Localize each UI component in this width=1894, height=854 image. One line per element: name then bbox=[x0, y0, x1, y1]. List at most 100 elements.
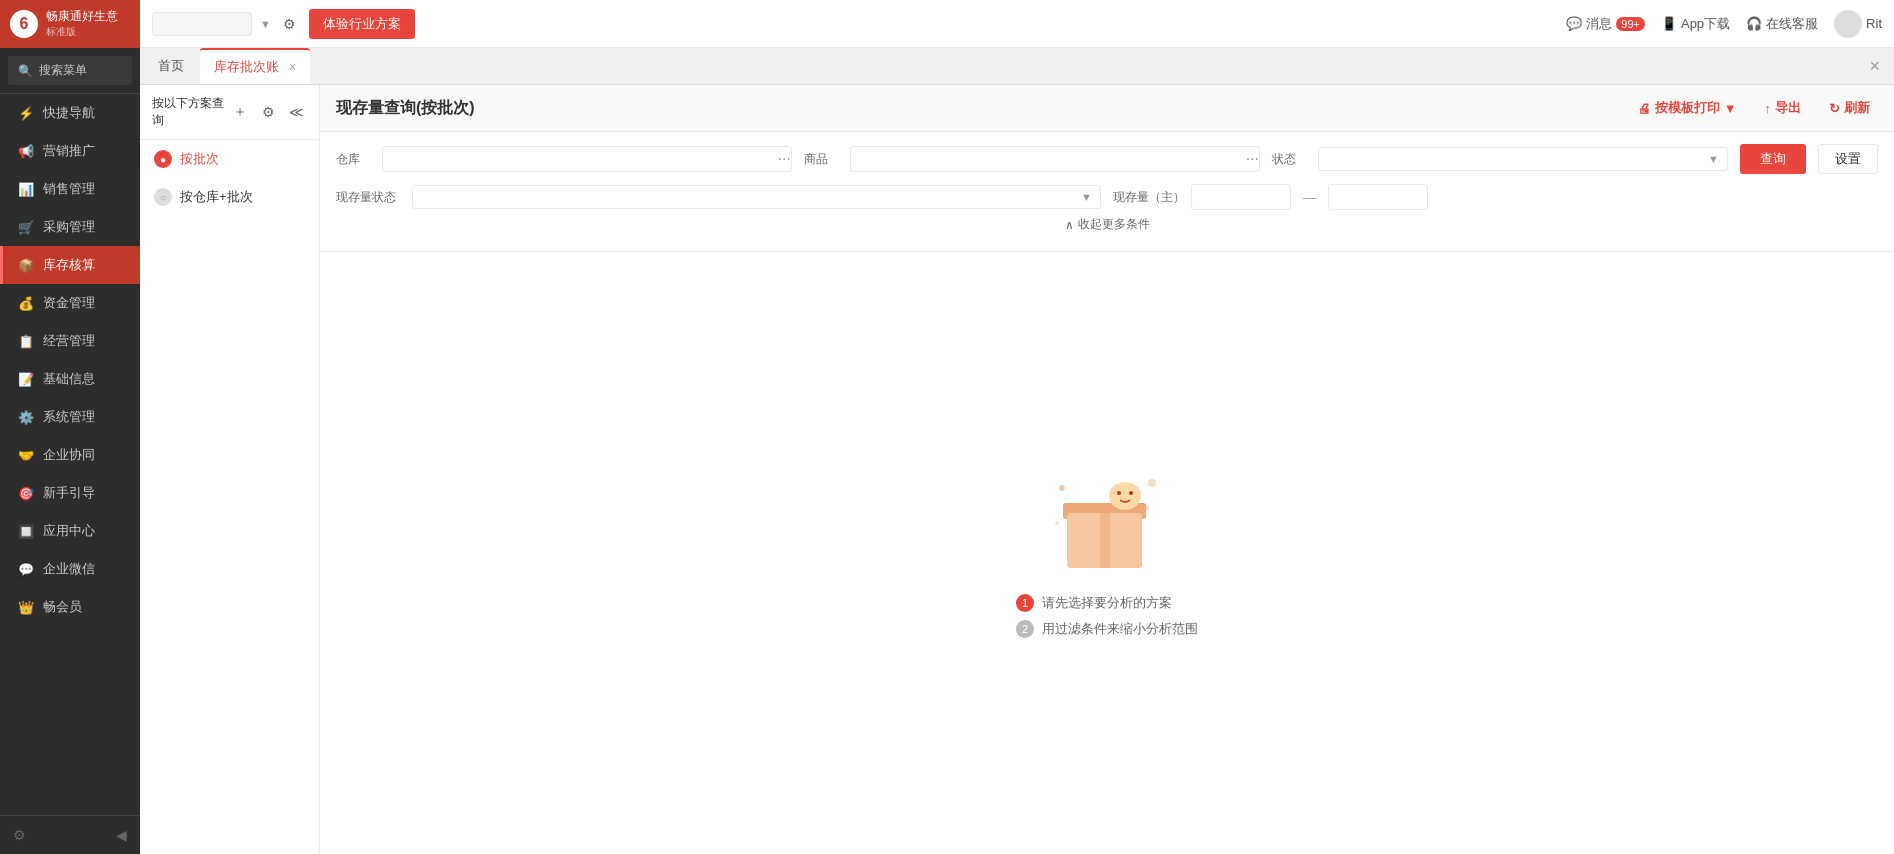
sidebar-item-purchase[interactable]: 🛒 采购管理 bbox=[0, 208, 140, 246]
product-more-icon[interactable]: ··· bbox=[1246, 150, 1259, 168]
topbar-right: 💬 消息 99+ 📱 App下载 🎧 在线客服 Rit bbox=[1566, 10, 1882, 38]
stock-qty-from-input[interactable] bbox=[1191, 184, 1291, 210]
stock-status-label: 现存量状态 bbox=[336, 189, 406, 206]
svg-point-10 bbox=[1055, 521, 1059, 525]
empty-state: 1 请先选择要分析的方案 2 用过滤条件来缩小分析范围 bbox=[320, 252, 1894, 854]
status-dropdown[interactable]: ▼ bbox=[1318, 147, 1728, 171]
sidebar-item-finance[interactable]: 💰 资金管理 bbox=[0, 284, 140, 322]
sidebar-item-sales[interactable]: 📊 销售管理 bbox=[0, 170, 140, 208]
svg-point-7 bbox=[1059, 485, 1065, 491]
warehouse-input-wrapper[interactable]: ··· bbox=[382, 146, 792, 172]
sidebar-item-shortcut[interactable]: ⚡ 快捷导航 bbox=[0, 94, 140, 132]
user-avatar bbox=[1834, 10, 1862, 38]
refresh-button[interactable]: ↻ 刷新 bbox=[1821, 95, 1878, 121]
sidebar-item-apps[interactable]: 🔲 应用中心 bbox=[0, 512, 140, 550]
sidebar-item-label: 基础信息 bbox=[43, 370, 95, 388]
stock-status-filter: 现存量状态 ▼ bbox=[336, 185, 1101, 209]
print-icon: 🖨 bbox=[1638, 101, 1651, 116]
print-dropdown-icon[interactable]: ▼ bbox=[1724, 101, 1737, 116]
product-filter: 商品 ··· bbox=[804, 146, 1260, 172]
search-chevron-icon[interactable]: ▼ bbox=[260, 18, 271, 30]
experience-solution-button[interactable]: 体验行业方案 bbox=[309, 9, 415, 39]
settings-button[interactable]: 设置 bbox=[1818, 144, 1878, 174]
basic-icon: 📝 bbox=[17, 370, 35, 388]
stock-status-chevron: ▼ bbox=[1081, 191, 1092, 203]
settings-topbar-icon[interactable]: ⚙ bbox=[279, 13, 301, 35]
sidebar-search[interactable]: 🔍 搜索菜单 bbox=[0, 48, 140, 94]
online-service-button[interactable]: 🎧 在线客服 bbox=[1746, 15, 1818, 33]
sidebar-item-label: 快捷导航 bbox=[43, 104, 95, 122]
query-button[interactable]: 查询 bbox=[1740, 144, 1806, 174]
page-title-actions: 🖨 按模板打印 ▼ ↑ 导出 ↻ 刷新 bbox=[1630, 95, 1878, 121]
plan-item-warehouse-batch[interactable]: ○ 按仓库+批次 bbox=[140, 178, 319, 216]
tab-close-icon[interactable]: × bbox=[289, 60, 296, 74]
marketing-icon: 📢 bbox=[17, 142, 35, 160]
plan-dot-red: ● bbox=[154, 150, 172, 168]
collapse-more-conditions-button[interactable]: ∧ 收起更多条件 bbox=[336, 210, 1878, 239]
stock-qty-label: 现存量（主） bbox=[1113, 189, 1185, 206]
collapse-sidebar-icon[interactable]: ◀ bbox=[110, 824, 132, 846]
sidebar-item-vip[interactable]: 👑 畅会员 bbox=[0, 588, 140, 626]
collab-icon: 🤝 bbox=[17, 446, 35, 464]
sidebar-item-label: 企业协同 bbox=[43, 446, 95, 464]
left-panel: 按以下方案查询 ＋ ⚙ ≪ ● 按批次 ○ 按仓库+批次 bbox=[140, 85, 320, 854]
phone-icon: 📱 bbox=[1661, 16, 1677, 31]
app-download-button[interactable]: 📱 App下载 bbox=[1661, 15, 1730, 33]
svg-rect-3 bbox=[1100, 503, 1110, 568]
plan-item-batch[interactable]: ● 按批次 bbox=[140, 140, 319, 178]
purchase-icon: 🛒 bbox=[17, 218, 35, 236]
print-button[interactable]: 🖨 按模板打印 ▼ bbox=[1630, 95, 1745, 121]
breadcrumb-search-input[interactable] bbox=[152, 12, 252, 36]
app-logo: 6 bbox=[10, 10, 38, 38]
product-input[interactable] bbox=[851, 147, 1246, 171]
empty-hint-2: 2 用过滤条件来缩小分析范围 bbox=[1016, 620, 1198, 638]
messages-button[interactable]: 💬 消息 99+ bbox=[1566, 15, 1645, 33]
sidebar-item-label: 销售管理 bbox=[43, 180, 95, 198]
refresh-label: 刷新 bbox=[1844, 99, 1870, 117]
tab-home-label: 首页 bbox=[158, 57, 184, 75]
status-label: 状态 bbox=[1272, 151, 1312, 168]
tab-inventory-batch[interactable]: 库存批次账 × bbox=[200, 48, 310, 84]
sidebar-item-label: 采购管理 bbox=[43, 218, 95, 236]
sidebar-item-collab[interactable]: 🤝 企业协同 bbox=[0, 436, 140, 474]
page-title: 现存量查询(按批次) bbox=[336, 98, 475, 119]
settings-footer-icon[interactable]: ⚙ bbox=[8, 824, 30, 846]
sidebar-item-guide[interactable]: 🎯 新手引导 bbox=[0, 474, 140, 512]
edition-tag: 标准版 bbox=[46, 25, 118, 39]
plan-dot-gray: ○ bbox=[154, 188, 172, 206]
collapse-panel-icon[interactable]: ≪ bbox=[285, 101, 307, 123]
warehouse-label: 仓库 bbox=[336, 151, 376, 168]
add-plan-icon[interactable]: ＋ bbox=[229, 101, 251, 123]
sidebar-item-wechat[interactable]: 💬 企业微信 bbox=[0, 550, 140, 588]
svg-point-9 bbox=[1145, 506, 1149, 510]
empty-illustration-svg bbox=[1047, 468, 1167, 578]
company-name: 畅康通好生意 bbox=[46, 9, 118, 25]
filter-row-1: 仓库 ··· 商品 ··· bbox=[336, 144, 1878, 174]
export-button[interactable]: ↑ 导出 bbox=[1757, 95, 1810, 121]
manage-plan-icon[interactable]: ⚙ bbox=[257, 101, 279, 123]
sidebar-item-basic[interactable]: 📝 基础信息 bbox=[0, 360, 140, 398]
product-label: 商品 bbox=[804, 151, 844, 168]
sidebar-nav: ⚡ 快捷导航 📢 营销推广 📊 销售管理 🛒 采购管理 📦 库存核算 💰 资金管… bbox=[0, 94, 140, 815]
user-profile-button[interactable]: Rit bbox=[1834, 10, 1882, 38]
sidebar-item-system[interactable]: ⚙️ 系统管理 bbox=[0, 398, 140, 436]
status-chevron-icon: ▼ bbox=[1708, 153, 1719, 165]
stock-qty-to-input[interactable] bbox=[1328, 184, 1428, 210]
sidebar-item-operation[interactable]: 📋 经营管理 bbox=[0, 322, 140, 360]
stock-status-dropdown[interactable]: ▼ bbox=[412, 185, 1101, 209]
sidebar-item-inventory[interactable]: 📦 库存核算 bbox=[0, 246, 140, 284]
warehouse-more-icon[interactable]: ··· bbox=[778, 150, 791, 168]
search-menu-button[interactable]: 🔍 搜索菜单 bbox=[8, 56, 132, 85]
export-icon: ↑ bbox=[1765, 101, 1772, 116]
tab-home[interactable]: 首页 bbox=[144, 48, 198, 84]
guide-icon: 🎯 bbox=[17, 484, 35, 502]
product-input-wrapper[interactable]: ··· bbox=[850, 146, 1260, 172]
sidebar-item-label: 库存核算 bbox=[43, 256, 95, 274]
tab-panel-close-button[interactable]: × bbox=[1859, 50, 1890, 83]
app-download-label: App下载 bbox=[1681, 15, 1730, 33]
sidebar-item-marketing[interactable]: 📢 营销推广 bbox=[0, 132, 140, 170]
plan-batch-label: 按批次 bbox=[180, 150, 219, 168]
warehouse-input[interactable] bbox=[383, 147, 778, 171]
tabbar: 首页 库存批次账 × × bbox=[140, 48, 1894, 85]
export-label: 导出 bbox=[1775, 99, 1801, 117]
